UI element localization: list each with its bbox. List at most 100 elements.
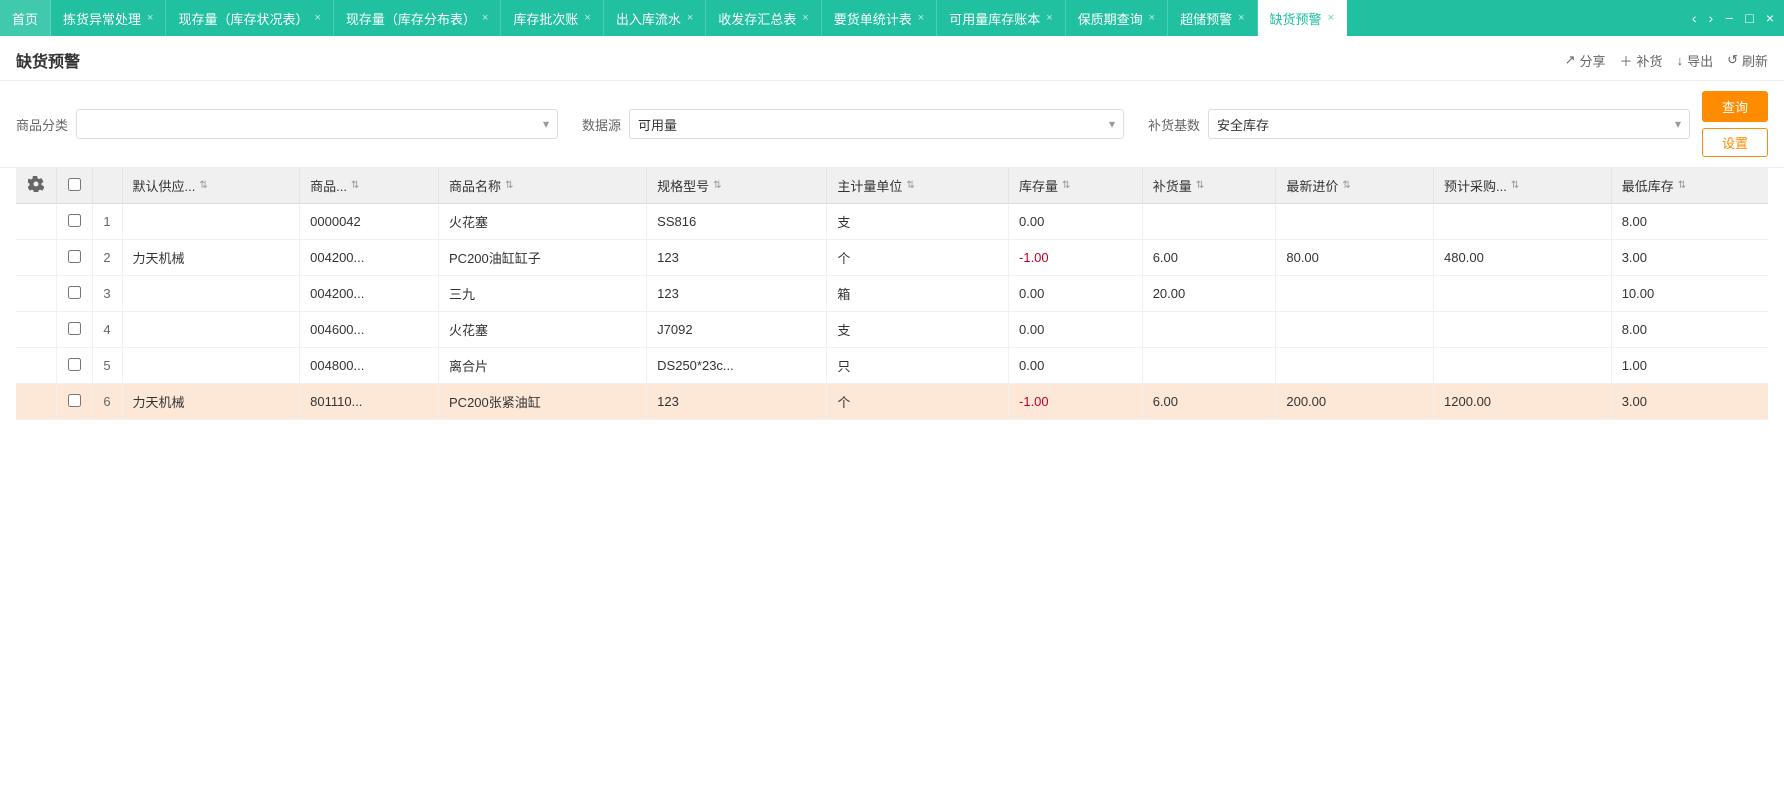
cell-replenish: 6.00	[1142, 240, 1276, 276]
th-latest-price[interactable]: 最新进价 ⇅	[1276, 168, 1434, 204]
th-spec[interactable]: 规格型号 ⇅	[647, 168, 827, 204]
tab-close-icon[interactable]: ×	[1328, 12, 1334, 24]
cell-unit: 支	[827, 312, 1009, 348]
category-select[interactable]: ▾	[76, 109, 558, 139]
tab-item[interactable]: 出入库流水 ×	[604, 0, 706, 36]
cell-spec: 123	[647, 276, 827, 312]
row-checkbox-cell	[56, 312, 92, 348]
tab-item[interactable]: 缺货预警×	[1258, 0, 1347, 36]
sort-icon-price: ⇅	[1342, 180, 1350, 191]
row-checkbox-cell	[56, 384, 92, 420]
tab-item[interactable]: 可用量库存账本×	[937, 0, 1065, 36]
cell-est-purchase	[1434, 276, 1612, 312]
tab-close-icon[interactable]: ×	[1149, 12, 1155, 24]
row-gear-cell	[16, 240, 56, 276]
cell-est-purchase: 1200.00	[1434, 384, 1612, 420]
query-button[interactable]: 查询	[1702, 91, 1768, 122]
tab-label: 现存量（库存状况表）	[178, 9, 308, 28]
supplement-button[interactable]: ＋ 补货	[1620, 51, 1663, 70]
tab-scroll-left[interactable]: ‹	[1686, 8, 1703, 28]
tab-label: 出入库流水	[616, 9, 681, 28]
cell-stock: -1.00	[1009, 240, 1143, 276]
tab-item[interactable]: 现存量（库存分布表）×	[334, 0, 501, 36]
tab-item[interactable]: 拣货异常处理×	[51, 0, 166, 36]
filter-group-replenish: 补货基数 安全库存 ▾	[1148, 109, 1690, 139]
tab-item[interactable]: 要货单统计表×	[822, 0, 937, 36]
tab-close-icon[interactable]: ×	[584, 12, 590, 24]
cell-stock: 0.00	[1009, 204, 1143, 240]
filter-group-category: 商品分类 ▾	[16, 109, 558, 139]
row-checkbox[interactable]	[68, 250, 81, 263]
row-checkbox-cell	[56, 348, 92, 384]
tab-item[interactable]: 超储预警×	[1168, 0, 1257, 36]
table-row: 6力天机械801110...PC200张紧油缸123个-1.006.00200.…	[16, 384, 1768, 420]
tab-label: 收发存汇总表	[718, 9, 796, 28]
row-number: 3	[92, 276, 122, 312]
cell-est-purchase	[1434, 348, 1612, 384]
row-checkbox[interactable]	[68, 358, 81, 371]
cell-product-name: 火花塞	[439, 312, 647, 348]
replenish-select-wrapper: 安全库存 ▾	[1208, 109, 1690, 139]
th-min-stock[interactable]: 最低库存 ⇅	[1611, 168, 1768, 204]
window-close[interactable]: ×	[1760, 8, 1780, 28]
row-checkbox[interactable]	[68, 322, 81, 335]
sort-icon-unit: ⇅	[906, 180, 914, 191]
category-select-wrapper: ▾	[76, 109, 558, 139]
row-checkbox-cell	[56, 204, 92, 240]
cell-est-purchase	[1434, 204, 1612, 240]
tab-item[interactable]: 库存批次账×	[501, 0, 603, 36]
settings-button[interactable]: 设置	[1702, 128, 1768, 157]
main-content: 缺货预警 ↗ 分享 ＋ 补货 ↓ 导出 ↺ 刷新 商品分类	[0, 36, 1784, 796]
tab-scroll-right[interactable]: ›	[1702, 8, 1719, 28]
row-checkbox[interactable]	[68, 394, 81, 407]
tab-close-icon[interactable]: ×	[147, 12, 153, 24]
th-unit[interactable]: 主计量单位 ⇅	[827, 168, 1009, 204]
cell-min-stock: 1.00	[1611, 348, 1768, 384]
share-button[interactable]: ↗ 分享	[1565, 51, 1606, 70]
table-row: 4004600...火花塞J7092支0.008.00	[16, 312, 1768, 348]
replenish-select-value: 安全库存	[1217, 115, 1269, 134]
data-table: 默认供应... ⇅ 商品... ⇅ 商品名称 ⇅	[16, 168, 1768, 420]
replenish-select[interactable]: 安全库存 ▾	[1208, 109, 1690, 139]
tab-label: 首页	[12, 9, 38, 28]
tab-close-icon[interactable]: ×	[802, 12, 808, 24]
tab-close-icon[interactable]: ×	[314, 12, 320, 24]
cell-latest-price: 80.00	[1276, 240, 1434, 276]
row-checkbox[interactable]	[68, 214, 81, 227]
tab-item[interactable]: 保质期查询×	[1066, 0, 1168, 36]
cell-product-code: 004600...	[300, 312, 439, 348]
th-product-name[interactable]: 商品名称 ⇅	[439, 168, 647, 204]
refresh-icon: ↺	[1727, 52, 1738, 68]
row-checkbox-cell	[56, 276, 92, 312]
tab-close-icon[interactable]: ×	[687, 12, 693, 24]
cell-stock: 0.00	[1009, 276, 1143, 312]
export-button[interactable]: ↓ 导出	[1677, 51, 1714, 70]
th-est-purchase[interactable]: 预计采购... ⇅	[1434, 168, 1612, 204]
th-product-code[interactable]: 商品... ⇅	[300, 168, 439, 204]
th-default-supplier[interactable]: 默认供应... ⇅	[122, 168, 300, 204]
datasource-select-arrow: ▾	[1109, 117, 1115, 131]
tab-close-icon[interactable]: ×	[918, 12, 924, 24]
cell-replenish	[1142, 204, 1276, 240]
refresh-button[interactable]: ↺ 刷新	[1727, 51, 1768, 70]
filter-bar: 商品分类 ▾ 数据源 可用量 ▾ 补货基数 安全库存	[0, 81, 1784, 168]
cell-unit: 支	[827, 204, 1009, 240]
th-replenish[interactable]: 补货量 ⇅	[1142, 168, 1276, 204]
cell-unit: 个	[827, 240, 1009, 276]
tab-item[interactable]: 收发存汇总表 ×	[706, 0, 821, 36]
sort-icon-replenish: ⇅	[1196, 180, 1204, 191]
tab-close-icon[interactable]: ×	[482, 12, 488, 24]
select-all-checkbox[interactable]	[68, 178, 81, 191]
tab-item[interactable]: 现存量（库存状况表） ×	[166, 0, 333, 36]
row-checkbox[interactable]	[68, 286, 81, 299]
window-maximize[interactable]: □	[1739, 8, 1759, 28]
filter-group-datasource: 数据源 可用量 ▾	[582, 109, 1124, 139]
cell-stock: 0.00	[1009, 312, 1143, 348]
tab-close-icon[interactable]: ×	[1046, 12, 1052, 24]
tab-close-icon[interactable]: ×	[1238, 12, 1244, 24]
window-minimize[interactable]: −	[1719, 8, 1739, 28]
th-stock[interactable]: 库存量 ⇅	[1009, 168, 1143, 204]
gear-icon[interactable]	[28, 176, 44, 192]
tab-item[interactable]: 首页	[0, 0, 51, 36]
datasource-select[interactable]: 可用量 ▾	[629, 109, 1124, 139]
